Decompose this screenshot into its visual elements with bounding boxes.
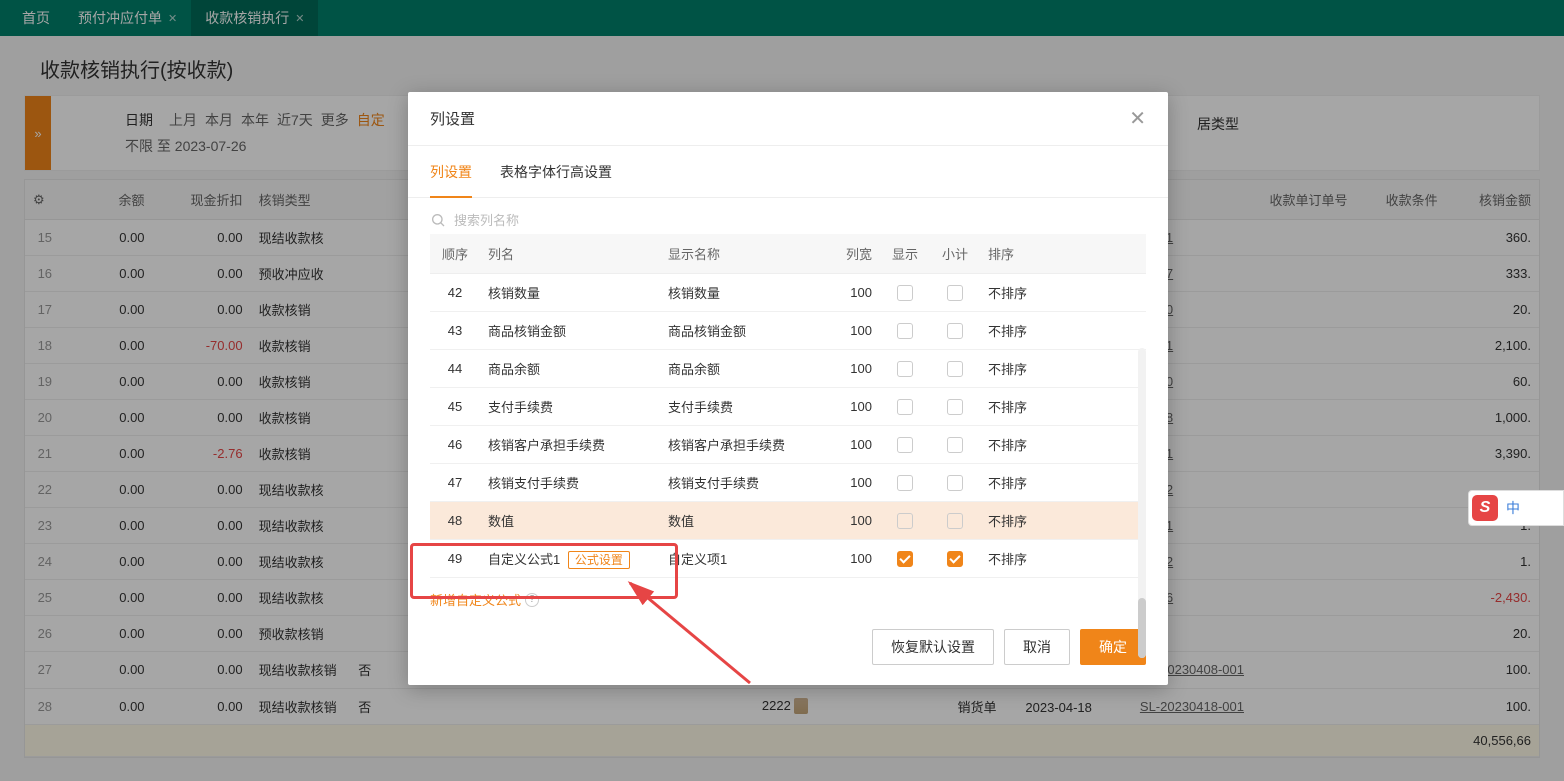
modal-title: 列设置 xyxy=(430,108,475,129)
reset-defaults-button[interactable]: 恢复默认设置 xyxy=(872,629,994,665)
modal-tab-columns[interactable]: 列设置 xyxy=(430,162,472,198)
subtotal-checkbox[interactable] xyxy=(947,551,963,567)
column-row[interactable]: 46核销客户承担手续费核销客户承担手续费100不排序 xyxy=(430,426,1146,464)
column-row[interactable]: 48数值数值100不排序 xyxy=(430,502,1146,540)
column-row[interactable]: 43商品核销金额商品核销金额100不排序 xyxy=(430,312,1146,350)
column-search-input[interactable] xyxy=(454,213,1146,228)
show-checkbox[interactable] xyxy=(897,475,913,491)
formula-settings-button[interactable]: 公式设置 xyxy=(568,551,630,569)
column-row[interactable]: 49自定义公式1 公式设置自定义项1100不排序 xyxy=(430,540,1146,578)
show-checkbox[interactable] xyxy=(897,513,913,529)
subtotal-checkbox[interactable] xyxy=(947,285,963,301)
cancel-button[interactable]: 取消 xyxy=(1004,629,1070,665)
show-checkbox[interactable] xyxy=(897,399,913,415)
th-disp: 显示名称 xyxy=(660,234,830,274)
modal-tab-font[interactable]: 表格字体行高设置 xyxy=(500,162,612,197)
subtotal-checkbox[interactable] xyxy=(947,475,963,491)
subtotal-checkbox[interactable] xyxy=(947,361,963,377)
show-checkbox[interactable] xyxy=(897,437,913,453)
ime-indicator[interactable]: S 中 xyxy=(1468,490,1564,526)
th-width: 列宽 xyxy=(830,234,880,274)
ok-button[interactable]: 确定 xyxy=(1080,629,1146,665)
subtotal-checkbox[interactable] xyxy=(947,323,963,339)
th-sub: 小计 xyxy=(930,234,980,274)
show-checkbox[interactable] xyxy=(897,551,913,567)
modal-close-button[interactable]: ✕ xyxy=(1129,109,1146,129)
subtotal-checkbox[interactable] xyxy=(947,399,963,415)
th-name: 列名 xyxy=(480,234,660,274)
th-seq: 顺序 xyxy=(430,234,480,274)
column-row[interactable]: 42核销数量核销数量100不排序 xyxy=(430,274,1146,312)
column-row[interactable]: 45支付手续费支付手续费100不排序 xyxy=(430,388,1146,426)
show-checkbox[interactable] xyxy=(897,285,913,301)
column-row[interactable]: 44商品余额商品余额100不排序 xyxy=(430,350,1146,388)
column-row[interactable]: 47核销支付手续费核销支付手续费100不排序 xyxy=(430,464,1146,502)
column-search xyxy=(408,198,1168,234)
th-show: 显示 xyxy=(880,234,930,274)
help-icon[interactable]: ? xyxy=(525,593,539,607)
modal-scrollbar[interactable] xyxy=(1138,348,1146,658)
show-checkbox[interactable] xyxy=(897,361,913,377)
show-checkbox[interactable] xyxy=(897,323,913,339)
add-custom-formula-link[interactable]: 新增自定义公式? xyxy=(408,578,1168,613)
ime-mode: 中 xyxy=(1506,498,1520,518)
column-settings-modal: 列设置 ✕ 列设置 表格字体行高设置 顺序 列名 显示名称 列宽 显示 小计 排… xyxy=(408,92,1168,685)
subtotal-checkbox[interactable] xyxy=(947,513,963,529)
search-icon xyxy=(430,212,446,228)
th-sort: 排序 xyxy=(980,234,1146,274)
subtotal-checkbox[interactable] xyxy=(947,437,963,453)
ime-logo-icon: S xyxy=(1472,495,1498,521)
